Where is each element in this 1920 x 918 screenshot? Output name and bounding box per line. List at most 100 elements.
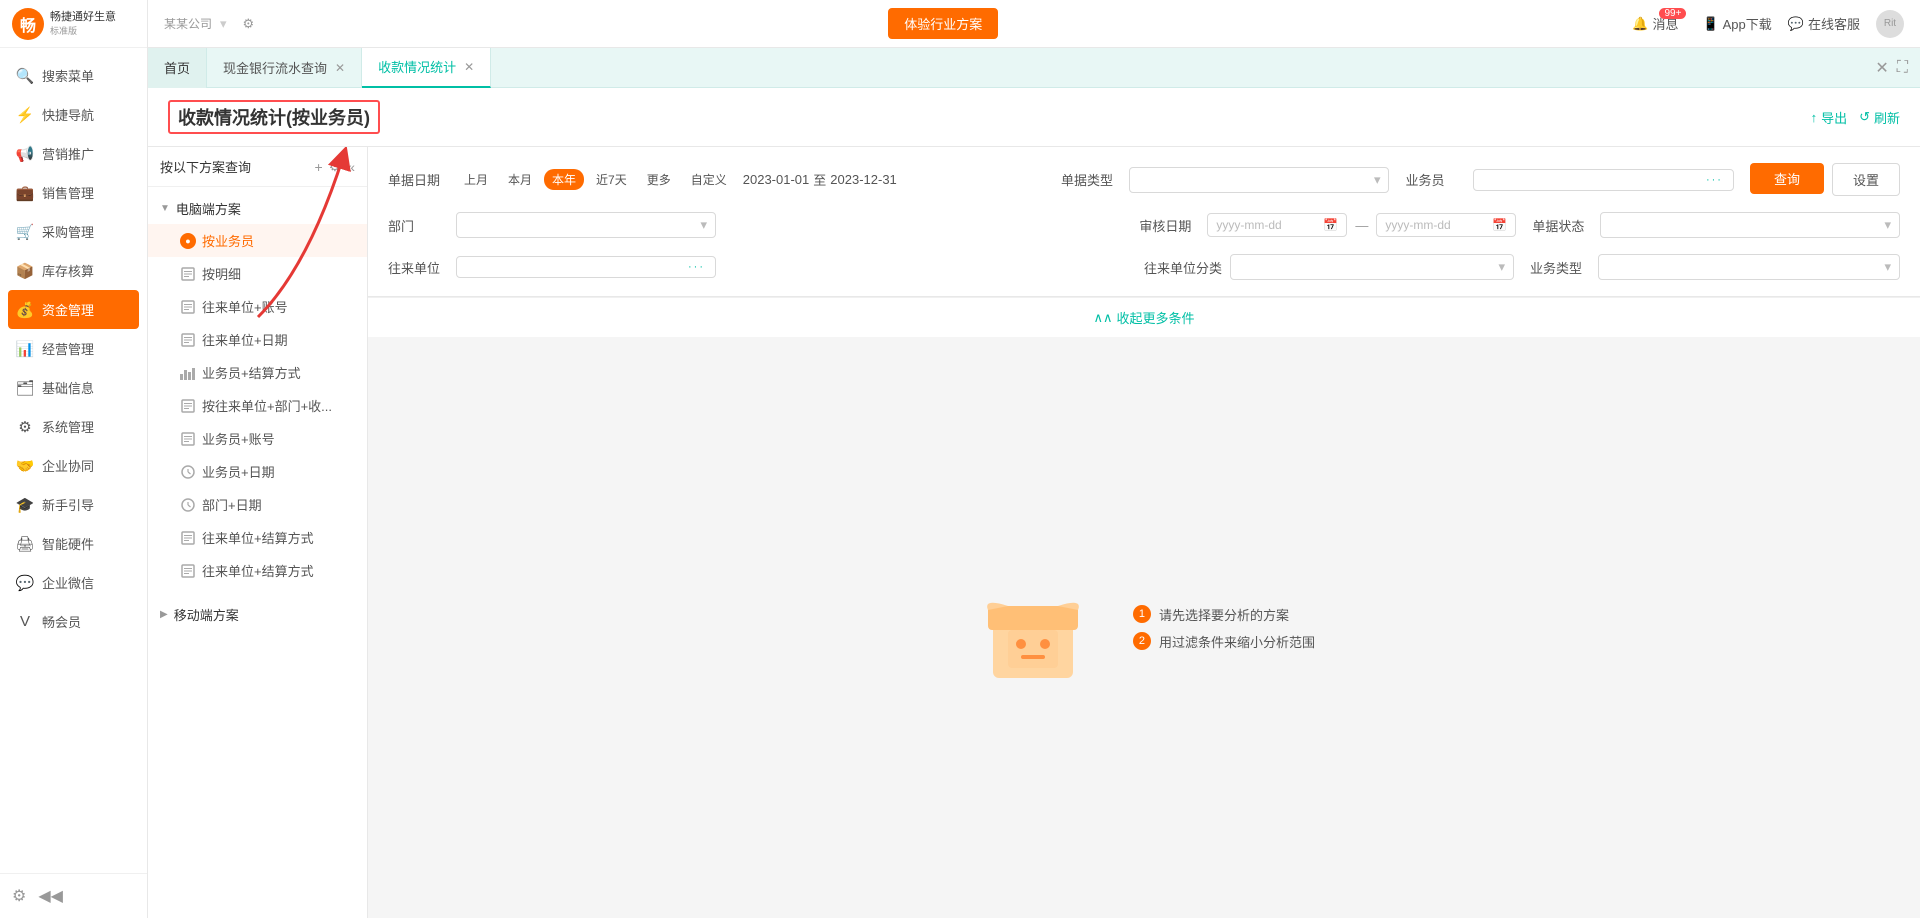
sidebar-item-purchase[interactable]: 🛒 采购管理 <box>0 212 147 251</box>
trial-button[interactable]: 体验行业方案 <box>888 8 998 39</box>
tab-receipt-stats[interactable]: 收款情况统计 ✕ <box>362 48 491 88</box>
collapse-scheme-panel-icon[interactable]: « <box>347 159 355 175</box>
content-area: 按以下方案查询 + ⚙ « <box>148 147 1920 918</box>
sidebar-item-system[interactable]: ⚙ 系统管理 <box>0 407 147 446</box>
partner-more-icon[interactable]: ··· <box>688 261 705 273</box>
scheme-item-partner-settlement1-icon <box>180 530 196 546</box>
voucher-type-dropdown[interactable]: ▾ <box>1129 167 1390 193</box>
sidebar-label-guide: 新手引导 <box>42 495 94 514</box>
scheme-item-detail[interactable]: 按明细 <box>148 257 367 290</box>
date-tab-this-month[interactable]: 本月 <box>500 169 540 190</box>
page-header: 收款情况统计(按业务员) ↑ 导出 ↺ 刷新 <box>148 88 1920 147</box>
online-service-button[interactable]: 💬 在线客服 <box>1788 14 1860 33</box>
query-button[interactable]: 查询 <box>1750 163 1824 194</box>
topbar-gear-icon[interactable]: ⚙ <box>243 16 255 32</box>
messages-badge: 99+ <box>1659 8 1686 19</box>
voucher-status-arrow-icon: ▾ <box>1884 217 1891 233</box>
sidebar-item-enterprise[interactable]: 🤝 企业协同 <box>0 446 147 485</box>
date-label: 单据日期 <box>388 170 448 189</box>
sidebar-item-hardware[interactable]: 🖨 智能硬件 <box>0 524 147 563</box>
date-tab-this-year[interactable]: 本年 <box>544 169 584 190</box>
topbar-center: 体验行业方案 <box>888 8 998 39</box>
scheme-item-dept-date[interactable]: 部门+日期 <box>148 488 367 521</box>
sidebar-item-guide[interactable]: 🎓 新手引导 <box>0 485 147 524</box>
user-area[interactable]: Rit <box>1876 10 1904 38</box>
salesperson-more-icon[interactable]: ··· <box>1706 174 1723 186</box>
partner-category-dropdown[interactable]: ▾ <box>1230 254 1514 280</box>
sidebar-item-management[interactable]: 📊 经营管理 <box>0 329 147 368</box>
department-arrow-icon: ▾ <box>700 217 707 233</box>
scheme-item-by-salesperson[interactable]: ● 按业务员 <box>148 224 367 257</box>
sidebar-item-inventory[interactable]: 📦 库存核算 <box>0 251 147 290</box>
empty-state: 1 请先选择要分析的方案 2 用过滤条件来缩小分析范围 <box>368 337 1920 918</box>
scheme-item-partner-dept[interactable]: 按往来单位+部门+收... <box>148 389 367 422</box>
search-icon: 🔍 <box>16 67 34 85</box>
scheme-item-salesperson-date[interactable]: 业务员+日期 <box>148 455 367 488</box>
sidebar-item-search[interactable]: 🔍 搜索菜单 <box>0 56 147 95</box>
scheme-group-desktop-header[interactable]: ▼ 电脑端方案 <box>148 193 367 224</box>
tab-bank-flow[interactable]: 现金银行流水查询 ✕ <box>207 48 362 88</box>
date-tab-more[interactable]: 更多 <box>639 169 679 190</box>
tab-home[interactable]: 首页 <box>148 48 207 88</box>
partner-input[interactable]: ··· <box>456 256 716 278</box>
refresh-button[interactable]: ↺ 刷新 <box>1859 108 1900 127</box>
sidebar-item-weixin[interactable]: 💬 企业微信 <box>0 563 147 602</box>
sidebar-label-marketing: 营销推广 <box>42 144 94 163</box>
scheme-item-partner-account[interactable]: 往来单位+账号 <box>148 290 367 323</box>
scheme-settings-icon[interactable]: ⚙ <box>329 158 342 175</box>
settings-button[interactable]: 设置 <box>1832 163 1900 196</box>
tab-bank-flow-close[interactable]: ✕ <box>335 61 345 75</box>
filter-row-3: 往来单位 ··· 往来单位分类 ▾ <box>388 254 1900 280</box>
scheme-panel-title: 按以下方案查询 <box>160 157 251 176</box>
partner-category-label: 往来单位分类 <box>1144 258 1222 277</box>
filter-field-partner-category: 往来单位分类 ▾ <box>1144 254 1514 280</box>
sidebar-item-finance[interactable]: 💰 资金管理 <box>8 290 139 329</box>
logo-badge: 标准版 <box>50 24 116 37</box>
sidebar-item-member[interactable]: V 畅会员 <box>0 602 147 641</box>
quick-nav-icon: ⚡ <box>16 106 34 124</box>
department-label: 部门 <box>388 216 448 235</box>
scheme-group-mobile-header[interactable]: ▶ 移动端方案 <box>148 599 367 630</box>
page-title: 收款情况统计(按业务员) <box>168 100 380 134</box>
audit-date-to[interactable]: yyyy-mm-dd 📅 <box>1376 213 1516 237</box>
collapse-bar[interactable]: ∧∧ 收起更多条件 <box>368 297 1920 337</box>
date-tab-last-month[interactable]: 上月 <box>456 169 496 190</box>
add-scheme-button[interactable]: + <box>314 159 322 175</box>
scheme-item-partner-settlement2[interactable]: 往来单位+结算方式 <box>148 554 367 587</box>
tab-bank-flow-label: 现金银行流水查询 <box>223 58 327 77</box>
marketing-icon: 📢 <box>16 145 34 163</box>
sidebar-item-sales[interactable]: 💼 销售管理 <box>0 173 147 212</box>
audit-date-from[interactable]: yyyy-mm-dd 📅 <box>1207 213 1347 237</box>
salesperson-input[interactable]: ··· <box>1473 169 1734 191</box>
tab-receipt-stats-close[interactable]: ✕ <box>464 60 474 74</box>
messages-button[interactable]: 🔔 消息 99+ <box>1632 14 1678 33</box>
filter-date-tabs: 上月 本月 本年 近7天 更多 自定义 <box>456 169 735 190</box>
scheme-panel-actions: + ⚙ « <box>314 158 355 175</box>
sidebar-label-sales: 销售管理 <box>42 183 94 202</box>
export-button[interactable]: ↑ 导出 <box>1811 108 1848 127</box>
settings-bottom-icon[interactable]: ⚙ <box>12 886 26 906</box>
voucher-type-label: 单据类型 <box>1061 170 1121 189</box>
scheme-item-partner-settlement1[interactable]: 往来单位+结算方式 <box>148 521 367 554</box>
sidebar-item-marketing[interactable]: 📢 营销推广 <box>0 134 147 173</box>
scheme-item-partner-account-icon <box>180 299 196 315</box>
voucher-status-dropdown[interactable]: ▾ <box>1600 212 1900 238</box>
filter-rows: 单据日期 上月 本月 本年 近7天 更多 自定义 2023-01-01 <box>368 147 1920 297</box>
date-tab-custom[interactable]: 自定义 <box>683 169 735 190</box>
scheme-item-salesperson-settlement[interactable]: 业务员+结算方式 <box>148 356 367 389</box>
business-type-dropdown[interactable]: ▾ <box>1598 254 1900 280</box>
scheme-item-partner-settlement2-label: 往来单位+结算方式 <box>202 561 314 580</box>
app-download-button[interactable]: 📱 App下载 <box>1702 14 1771 33</box>
date-tab-last-7-days[interactable]: 近7天 <box>588 169 635 190</box>
close-all-tabs-icon[interactable]: ✕ <box>1875 58 1888 78</box>
collapse-sidebar-icon[interactable]: ◀◀ <box>38 886 63 906</box>
service-icon: 💬 <box>1788 16 1804 32</box>
scheme-item-salesperson-account-icon <box>180 431 196 447</box>
maximize-icon[interactable]: ⛶ <box>1897 59 1908 77</box>
department-dropdown[interactable]: ▾ <box>456 212 716 238</box>
scheme-item-salesperson-date-icon <box>180 464 196 480</box>
scheme-item-salesperson-account[interactable]: 业务员+账号 <box>148 422 367 455</box>
sidebar-item-basic-info[interactable]: 🗂 基础信息 <box>0 368 147 407</box>
scheme-item-partner-date[interactable]: 往来单位+日期 <box>148 323 367 356</box>
sidebar-item-quick-nav[interactable]: ⚡ 快捷导航 <box>0 95 147 134</box>
